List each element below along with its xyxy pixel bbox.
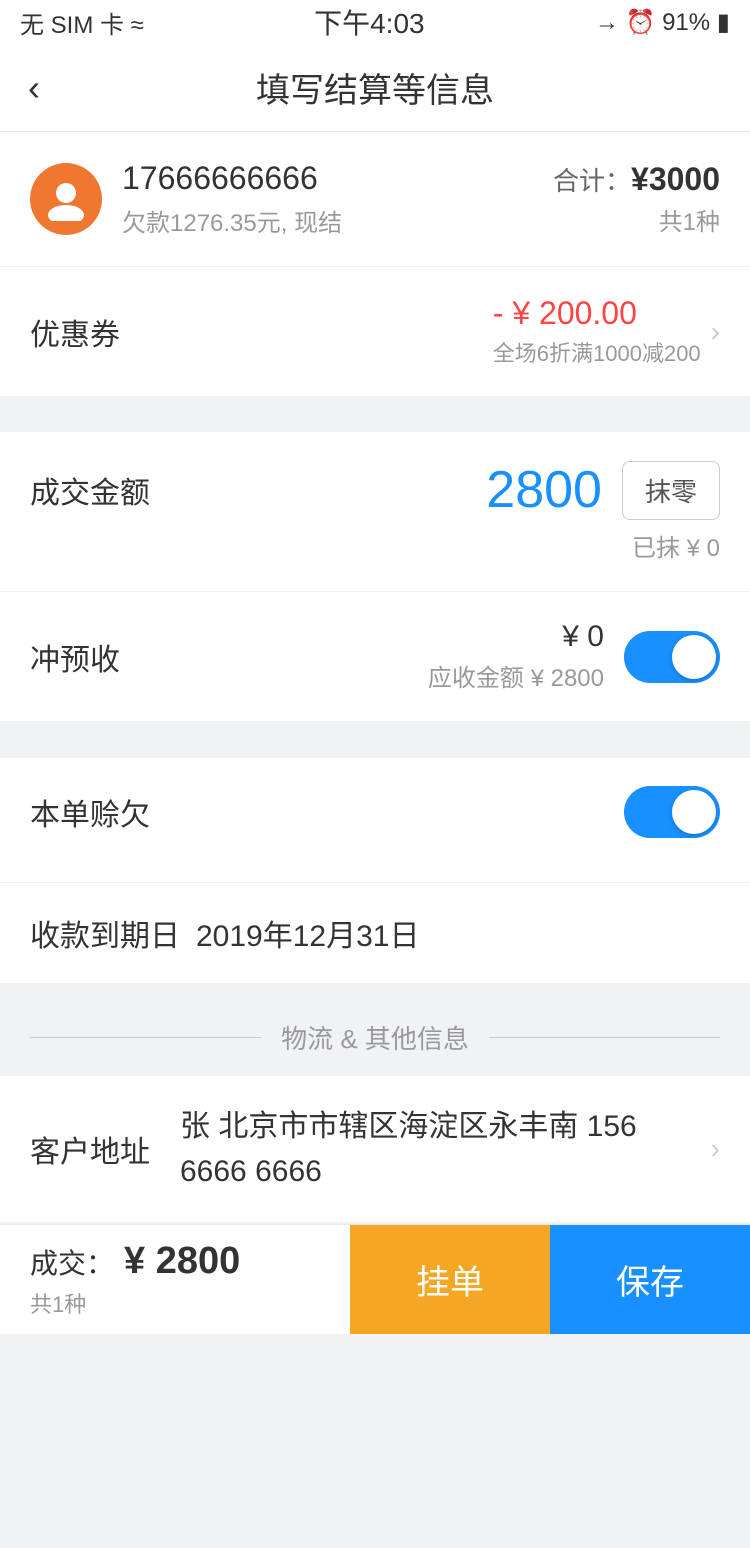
total-count: 共1种 — [553, 202, 720, 237]
amount-right: 2800 抹零 — [486, 460, 720, 520]
amount-sub: 已抹 ¥ 0 — [30, 528, 720, 563]
prepay-sub: 应收金额 ¥ 2800 — [428, 658, 604, 693]
page-title: 填写结算等信息 — [256, 63, 494, 112]
logistics-label: 物流 & 其他信息 — [281, 1019, 469, 1056]
debit-toggle-knob — [672, 790, 716, 834]
prepay-toggle[interactable] — [624, 631, 720, 683]
customer-row: 17666666666 欠款1276.35元, 现结 合计：¥3000 共1种 — [0, 132, 750, 266]
coupon-discount: - ¥ 200.00 — [493, 295, 701, 332]
customer-info: 17666666666 欠款1276.35元, 现结 — [122, 160, 342, 238]
status-bar: 无 SIM 卡 ≈ 下午4:03 → ⏰ 91% ▮ — [0, 0, 750, 44]
address-row[interactable]: 客户地址 张 北京市市辖区海淀区永丰南 156 6666 6666 › — [30, 1104, 720, 1194]
hang-button[interactable]: 挂单 — [350, 1225, 550, 1334]
amount-section: 成交金额 2800 抹零 已抹 ¥ 0 冲预收 ¥ 0 应收金额 ¥ 2800 — [0, 432, 750, 721]
customer-section: 17666666666 欠款1276.35元, 现结 合计：¥3000 共1种 … — [0, 132, 750, 396]
address-label: 客户地址 — [30, 1127, 150, 1171]
prepay-value: ¥ 0 — [428, 620, 604, 654]
duedate-value: 2019年12月31日 — [196, 911, 419, 955]
duedate-row: 收款到期日 2019年12月31日 — [30, 911, 720, 955]
round-button[interactable]: 抹零 — [622, 461, 720, 520]
debit-label: 本单赊欠 — [30, 790, 150, 834]
amount-row: 成交金额 2800 抹零 — [30, 460, 720, 520]
prepay-amount-col: ¥ 0 应收金额 ¥ 2800 — [428, 620, 604, 693]
bottom-deal: 成交： ¥ 2800 — [30, 1240, 320, 1283]
bottom-summary: 成交： ¥ 2800 共1种 — [0, 1240, 350, 1319]
status-bar-time: 下午4:03 — [314, 2, 425, 42]
toggle-knob — [672, 635, 716, 679]
divider-line-left — [30, 1037, 261, 1038]
customer-right: 合计：¥3000 共1种 — [553, 161, 720, 237]
address-chevron-icon: › — [711, 1133, 720, 1165]
gray-divider-2 — [0, 737, 750, 757]
coupon-info: - ¥ 200.00 全场6折满1000减200 — [493, 295, 701, 368]
coupon-desc: 全场6折满1000减200 — [493, 336, 701, 368]
deal-label: 成交： — [30, 1242, 114, 1282]
address-value: 张 北京市市辖区海淀区永丰南 156 6666 6666 — [180, 1104, 711, 1194]
nav-bar: ‹ 填写结算等信息 — [0, 44, 750, 132]
prepay-label: 冲预收 — [30, 635, 120, 679]
customer-phone: 17666666666 — [122, 160, 342, 197]
user-icon — [44, 177, 88, 221]
battery-status: → ⏰ 91% ▮ — [595, 8, 730, 37]
coupon-right: - ¥ 200.00 全场6折满1000减200 › — [493, 295, 720, 368]
duedate-label: 收款到期日 — [30, 911, 180, 955]
deal-amount: ¥ 2800 — [124, 1240, 240, 1283]
coupon-label: 优惠券 — [30, 310, 120, 354]
prepay-right: ¥ 0 应收金额 ¥ 2800 — [428, 620, 720, 693]
avatar — [30, 163, 102, 235]
bottom-buttons: 挂单 保存 — [350, 1225, 750, 1334]
prepay-section: 冲预收 ¥ 0 应收金额 ¥ 2800 — [0, 591, 750, 721]
amount-value: 2800 — [486, 460, 602, 520]
total-label: 合计：¥3000 — [553, 161, 720, 198]
chevron-right-icon: › — [711, 316, 720, 348]
status-bar-left: 无 SIM 卡 ≈ — [20, 5, 144, 40]
save-button[interactable]: 保存 — [550, 1225, 750, 1334]
status-bar-right: → ⏰ 91% ▮ — [595, 8, 730, 37]
address-inner: 客户地址 张 北京市市辖区海淀区永丰南 156 6666 6666 › — [0, 1076, 750, 1222]
debit-row: 本单赊欠 — [30, 786, 720, 838]
logistics-divider: 物流 & 其他信息 — [0, 999, 750, 1076]
bottom-count: 共1种 — [30, 1287, 320, 1319]
sim-status: 无 SIM 卡 ≈ — [20, 5, 144, 40]
amount-inner: 成交金额 2800 抹零 已抹 ¥ 0 — [0, 432, 750, 591]
divider-line-right — [489, 1037, 720, 1038]
duedate-section: 收款到期日 2019年12月31日 — [0, 882, 750, 983]
debit-section: 本单赊欠 收款到期日 2019年12月31日 — [0, 757, 750, 983]
customer-left: 17666666666 欠款1276.35元, 现结 — [30, 160, 342, 238]
debit-toggle[interactable] — [624, 786, 720, 838]
debit-inner: 本单赊欠 — [0, 757, 750, 866]
coupon-row[interactable]: 优惠券 - ¥ 200.00 全场6折满1000减200 › — [0, 266, 750, 396]
prepay-row: 冲预收 ¥ 0 应收金额 ¥ 2800 — [30, 620, 720, 693]
bottom-bar: 成交： ¥ 2800 共1种 挂单 保存 — [0, 1224, 750, 1334]
back-button[interactable]: ‹ — [28, 67, 40, 109]
amount-label: 成交金额 — [30, 468, 150, 512]
gray-divider — [0, 412, 750, 432]
address-section: 客户地址 张 北京市市辖区海淀区永丰南 156 6666 6666 › — [0, 1076, 750, 1222]
customer-debt: 欠款1276.35元, 现结 — [122, 203, 342, 238]
